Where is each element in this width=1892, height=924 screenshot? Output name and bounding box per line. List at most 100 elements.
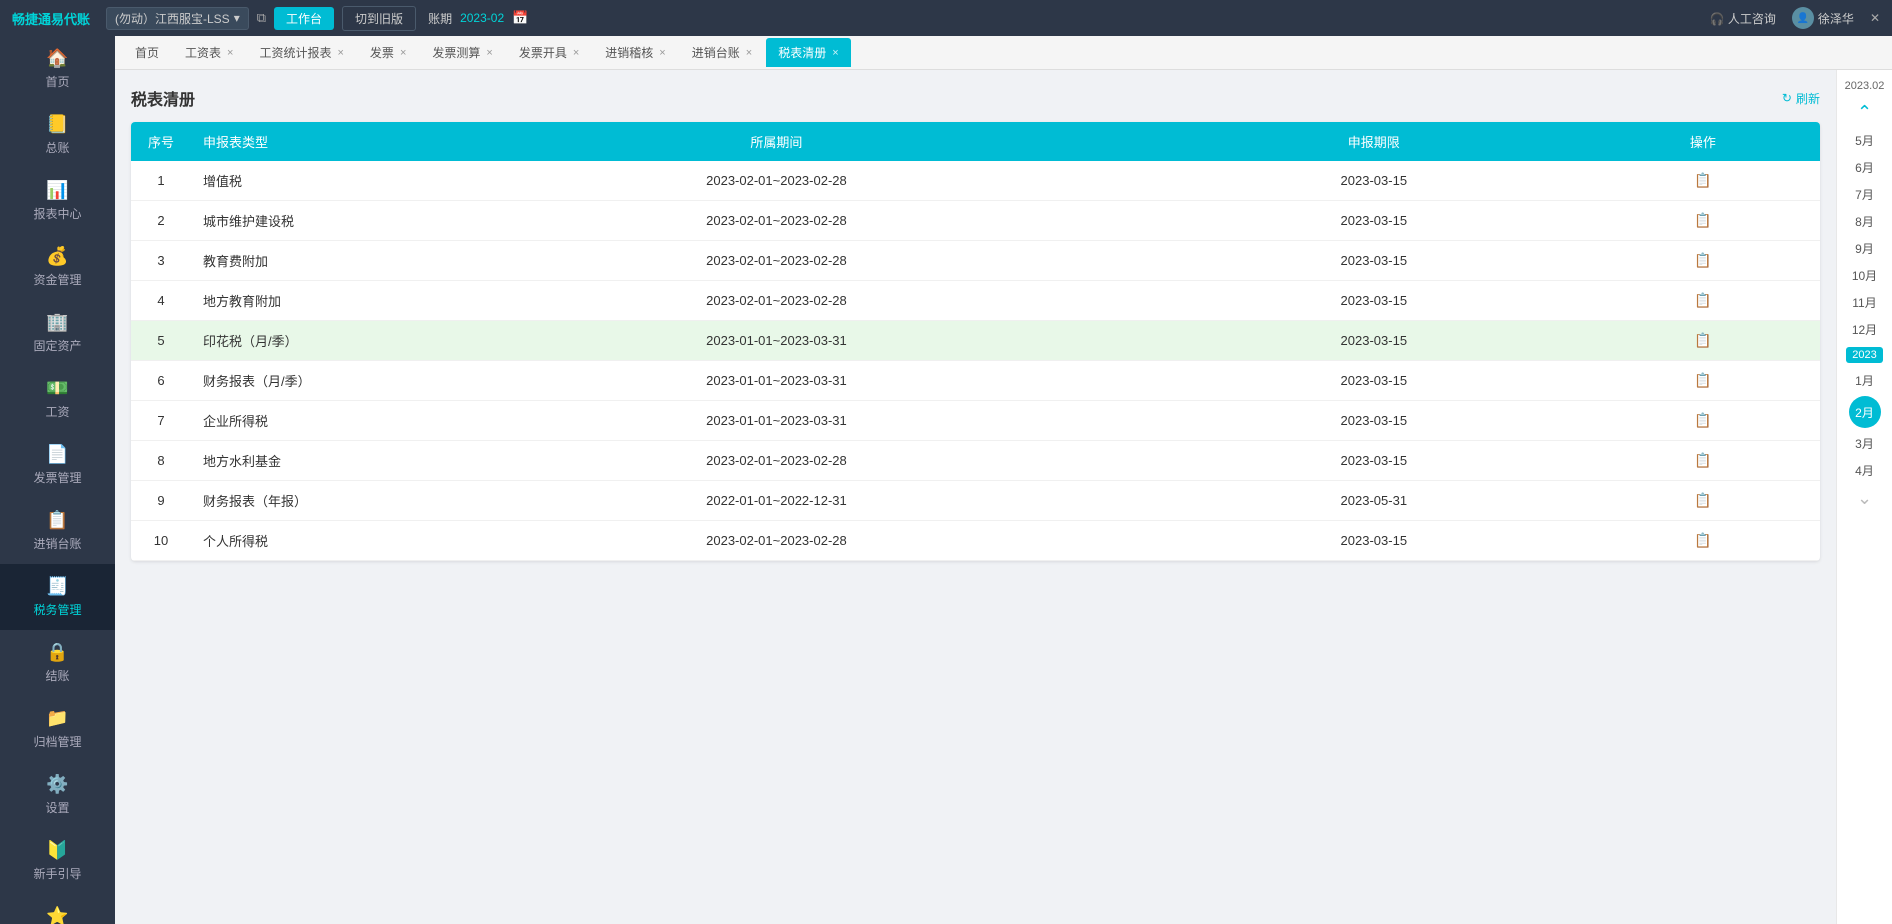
sidebar-item-invoice[interactable]: 📄发票管理 — [0, 432, 115, 498]
sidebar-item-purchase[interactable]: 📋进销台账 — [0, 498, 115, 564]
sidebar-item-home[interactable]: 🏠首页 — [0, 36, 115, 102]
table-row: 10 个人所得税 2023-02-01~2023-02-28 2023-03-1… — [131, 521, 1820, 561]
action-icon[interactable]: 📋 — [1694, 212, 1711, 228]
month-item[interactable]: 4月 — [1843, 457, 1887, 484]
action-icon[interactable]: 📋 — [1694, 252, 1711, 268]
sidebar-item-close[interactable]: 🔒结账 — [0, 630, 115, 696]
row-no: 10 — [131, 521, 191, 561]
tab-close-icon[interactable]: × — [746, 47, 752, 59]
sidebar-item-assets[interactable]: 🏢固定资产 — [0, 300, 115, 366]
tab-home[interactable]: 首页 — [123, 38, 171, 67]
funds-icon: 💰 — [46, 246, 68, 267]
row-action[interactable]: 📋 — [1586, 201, 1820, 241]
tab-label: 首页 — [135, 44, 159, 61]
sidebar-item-salary[interactable]: 💵工资 — [0, 366, 115, 432]
table-row: 2 城市维护建设税 2023-02-01~2023-02-28 2023-03-… — [131, 201, 1820, 241]
workstation-button[interactable]: 工作台 — [274, 7, 334, 30]
calendar-icon[interactable]: 📅 — [512, 10, 528, 26]
close-window-icon[interactable]: ✕ — [1870, 11, 1880, 25]
panel-year-header: 2023.02 — [1841, 74, 1889, 98]
tab-close-icon[interactable]: × — [659, 47, 665, 59]
action-icon[interactable]: 📋 — [1694, 532, 1711, 548]
row-action[interactable]: 📋 — [1586, 321, 1820, 361]
row-no: 1 — [131, 161, 191, 201]
tab-close-icon[interactable]: × — [227, 47, 233, 59]
sidebar-item-ledger[interactable]: 📒总账 — [0, 102, 115, 168]
month-item[interactable]: 8月 — [1843, 208, 1887, 235]
month-item[interactable]: 3月 — [1843, 430, 1887, 457]
month-item[interactable]: 9月 — [1843, 235, 1887, 262]
tab-purchase-ledger[interactable]: 进销台账× — [680, 38, 764, 67]
tab-purchase-review[interactable]: 进销稽核× — [593, 38, 677, 67]
tab-label: 工资统计报表 — [259, 44, 331, 61]
month-item[interactable]: 10月 — [1843, 262, 1887, 289]
page-content: 税表清册 ↻ 刷新 序号申报表类型所属期间申报期限操作 1 增值税 2023-0… — [115, 70, 1892, 924]
tab-invoice-calc[interactable]: 发票测算 × — [420, 38, 504, 67]
sidebar-item-guide[interactable]: 🔰新手引导 — [0, 828, 115, 894]
sidebar-item-tax[interactable]: 🧾税务管理 — [0, 564, 115, 630]
table-row: 7 企业所得税 2023-01-01~2023-03-31 2023-03-15… — [131, 401, 1820, 441]
tab-close-icon[interactable]: × — [832, 47, 838, 59]
action-icon[interactable]: 📋 — [1694, 172, 1711, 188]
tab-label: 发票测算 — [432, 44, 480, 61]
switch-old-button[interactable]: 切到旧版 — [342, 6, 416, 31]
sidebar-item-settings[interactable]: ⚙️设置 — [0, 762, 115, 828]
scroll-up-button[interactable]: ⌃ — [1853, 98, 1876, 127]
sidebar-item-label: 报表中心 — [33, 205, 81, 222]
action-icon[interactable]: 📋 — [1694, 452, 1711, 468]
row-action[interactable]: 📋 — [1586, 481, 1820, 521]
right-panel: 2023.02⌃5月6月7月8月9月10月11月12月 2023 1月2月3月4月⌄ — [1836, 70, 1892, 924]
tab-close-icon[interactable]: × — [573, 47, 579, 59]
sidebar-item-funds[interactable]: 💰资金管理 — [0, 234, 115, 300]
row-no: 5 — [131, 321, 191, 361]
action-icon[interactable]: 📋 — [1694, 492, 1711, 508]
action-icon[interactable]: 📋 — [1694, 372, 1711, 388]
month-item[interactable]: 7月 — [1843, 181, 1887, 208]
row-action[interactable]: 📋 — [1586, 161, 1820, 201]
scroll-down-button[interactable]: ⌄ — [1853, 484, 1876, 513]
month-item[interactable]: 6月 — [1843, 154, 1887, 181]
row-action[interactable]: 📋 — [1586, 521, 1820, 561]
top-bar: 畅捷通易代账 (勿动）江西服宝-LSS ▾ ⧉ 工作台 切到旧版 账期 2023… — [0, 0, 1892, 36]
month-item[interactable]: 2月 — [1849, 396, 1881, 428]
table-header: 操作 — [1586, 122, 1820, 161]
row-action[interactable]: 📋 — [1586, 441, 1820, 481]
month-item[interactable]: 12月 — [1843, 316, 1887, 343]
tab-close-icon[interactable]: × — [400, 47, 406, 59]
action-icon[interactable]: 📋 — [1694, 332, 1711, 348]
row-no: 4 — [131, 281, 191, 321]
row-action[interactable]: 📋 — [1586, 401, 1820, 441]
table-row: 8 地方水利基金 2023-02-01~2023-02-28 2023-03-1… — [131, 441, 1820, 481]
page-title: 税表清册 — [131, 86, 195, 110]
row-period: 2023-01-01~2023-03-31 — [391, 361, 1162, 401]
consult-button[interactable]: 🎧 人工咨询 — [1710, 10, 1776, 27]
tab-invoice[interactable]: 发票× — [358, 38, 418, 67]
month-item[interactable]: 5月 — [1843, 127, 1887, 154]
tab-close-icon[interactable]: × — [486, 47, 492, 59]
tab-salary-report[interactable]: 工资统计报表 × — [247, 38, 355, 67]
row-deadline: 2023-03-15 — [1162, 281, 1586, 321]
sidebar-item-archive[interactable]: 📁归档管理 — [0, 696, 115, 762]
year-2023-label[interactable]: 2023 — [1846, 347, 1882, 363]
row-deadline: 2023-03-15 — [1162, 241, 1586, 281]
action-icon[interactable]: 📋 — [1694, 292, 1711, 308]
copy-icon[interactable]: ⧉ — [257, 10, 266, 26]
table-header: 所属期间 — [391, 122, 1162, 161]
month-item[interactable]: 1月 — [1843, 367, 1887, 394]
archive-icon: 📁 — [46, 708, 68, 729]
tab-close-icon[interactable]: × — [337, 47, 343, 59]
tab-invoice-open[interactable]: 发票开具× — [507, 38, 591, 67]
company-select[interactable]: (勿动）江西服宝-LSS ▾ — [106, 7, 249, 30]
row-action[interactable]: 📋 — [1586, 361, 1820, 401]
action-icon[interactable]: 📋 — [1694, 412, 1711, 428]
row-action[interactable]: 📋 — [1586, 281, 1820, 321]
user-area[interactable]: 👤 徐泽华 — [1792, 7, 1854, 29]
period-value[interactable]: 2023-02 — [460, 11, 504, 25]
sidebar-item-member[interactable]: ⭐畅会员 — [0, 894, 115, 924]
row-action[interactable]: 📋 — [1586, 241, 1820, 281]
tab-salary-table[interactable]: 工资表× — [173, 38, 245, 67]
month-item[interactable]: 11月 — [1843, 289, 1887, 316]
sidebar-item-report[interactable]: 📊报表中心 — [0, 168, 115, 234]
tab-tax-list[interactable]: 税表清册× — [766, 38, 850, 67]
refresh-button[interactable]: ↻ 刷新 — [1782, 90, 1820, 107]
